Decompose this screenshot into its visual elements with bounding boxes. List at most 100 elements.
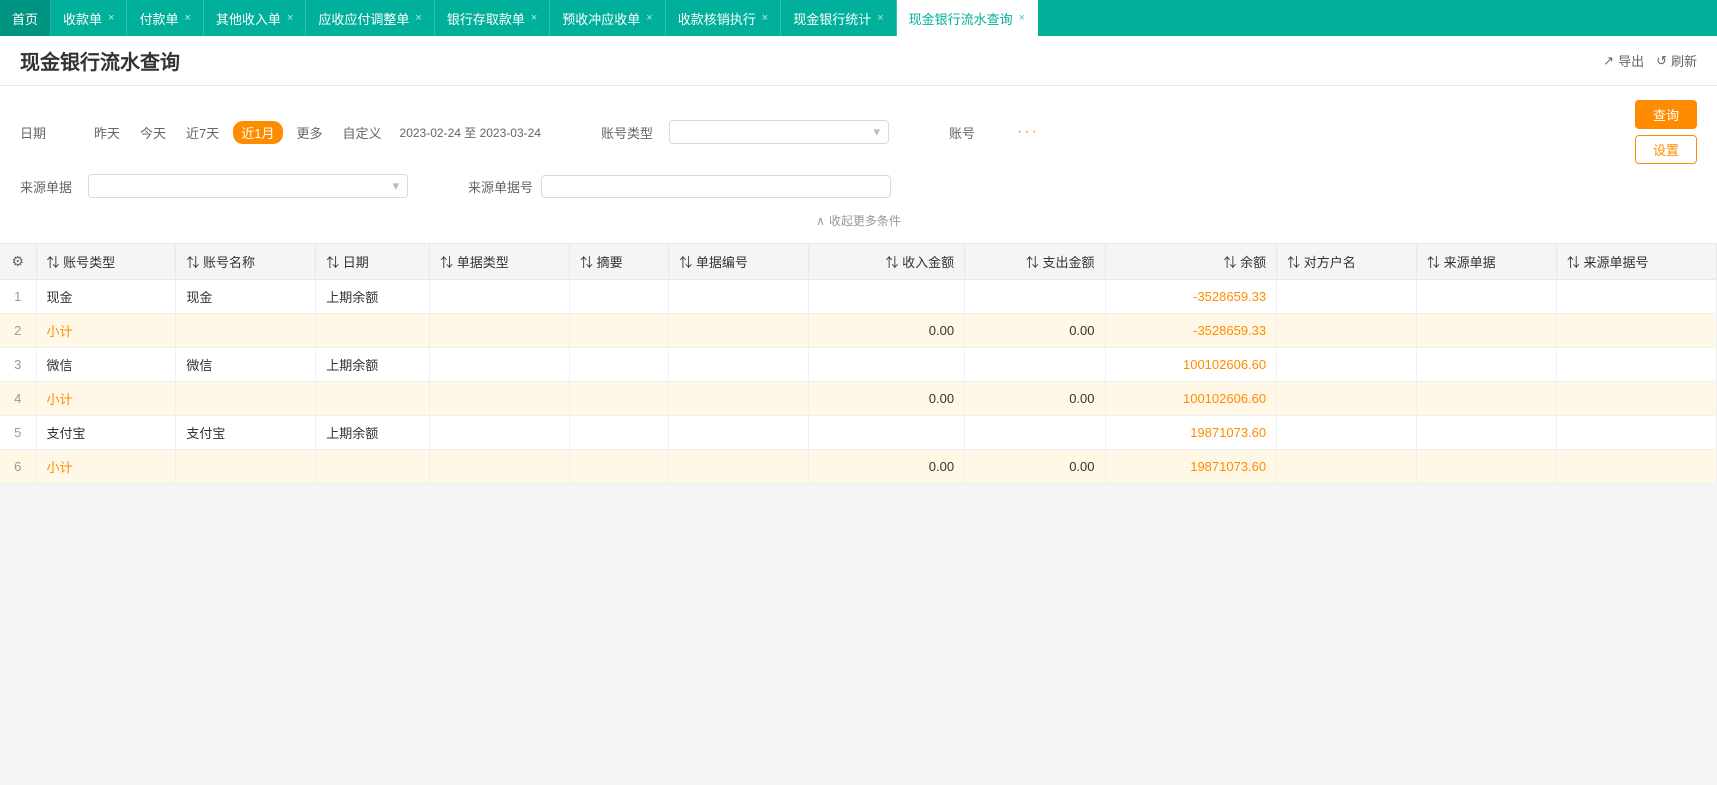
collapse-icon: ∧ (816, 214, 825, 228)
col-source-doc-no[interactable]: ⇅ 来源单据号 (1556, 244, 1716, 280)
col-account-name[interactable]: ⇅ 账号名称 (176, 244, 316, 280)
cell-account-type: 微信 (36, 348, 176, 382)
table-row[interactable]: 2 小计 0.00 0.00 -3528659.33 (0, 314, 1717, 348)
date-opt-today[interactable]: 今天 (134, 121, 172, 144)
source-doc-label: 来源单据 (20, 177, 80, 196)
top-navigation: 首页 收款单 × 付款单 × 其他收入单 × 应收应付调整单 × 银行存取款单 … (0, 0, 1717, 36)
page-title: 现金银行流水查询 (20, 46, 180, 75)
collapse-label: 收起更多条件 (829, 212, 901, 229)
table-row[interactable]: 1 现金 现金 上期余额 -3528659.33 (0, 280, 1717, 314)
cell-balance: 19871073.60 (1105, 416, 1277, 450)
col-gear: ⚙ (0, 244, 36, 280)
chevron-down-icon: ▾ (873, 124, 880, 140)
cell-income (809, 416, 965, 450)
col-counterpart[interactable]: ⇅ 对方户名 (1277, 244, 1417, 280)
close-icon[interactable]: × (531, 12, 537, 24)
cell-income (809, 280, 965, 314)
nav-tab-cash-flow[interactable]: 现金银行流水查询 × (897, 0, 1038, 36)
col-doc-type[interactable]: ⇅ 单据类型 (430, 244, 570, 280)
table-container: ⚙ ⇅ 账号类型 ⇅ 账号名称 ⇅ 日期 ⇅ 单据类型 ⇅ 摘要 (0, 244, 1717, 484)
col-doc-no[interactable]: ⇅ 单据编号 (669, 244, 809, 280)
cell-summary (569, 416, 668, 450)
cell-doc-type (430, 450, 570, 484)
account-label: 账号 (949, 123, 1009, 142)
row-num: 6 (0, 450, 36, 484)
cell-counterpart (1277, 348, 1417, 382)
close-icon[interactable]: × (877, 12, 883, 24)
cell-account-type: 小计 (36, 314, 176, 348)
source-doc-num-input[interactable] (541, 175, 891, 198)
cell-source-doc-no (1556, 314, 1716, 348)
cell-source-doc (1416, 382, 1556, 416)
account-dots-button[interactable]: ··· (1017, 123, 1039, 141)
close-icon[interactable]: × (762, 12, 768, 24)
table-row[interactable]: 6 小计 0.00 0.00 19871073.60 (0, 450, 1717, 484)
nav-tab-payment[interactable]: 付款单 × (127, 0, 203, 36)
refresh-button[interactable]: ↺ 刷新 (1656, 51, 1697, 70)
nav-tab-collection[interactable]: 收款核销执行 × (666, 0, 781, 36)
export-button[interactable]: ↗ 导出 (1603, 51, 1644, 70)
cell-doc-type (430, 280, 570, 314)
cell-income: 0.00 (809, 450, 965, 484)
close-icon[interactable]: × (646, 12, 652, 24)
settings-button[interactable]: 设置 (1635, 135, 1697, 164)
cell-doc-no (669, 314, 809, 348)
cell-expense: 0.00 (965, 382, 1105, 416)
chevron-down-icon: ▾ (392, 178, 399, 194)
col-doc-no-label: ⇅ 单据编号 (679, 255, 748, 270)
date-opt-7days[interactable]: 近7天 (180, 121, 225, 144)
cell-date: 上期余额 (316, 280, 430, 314)
nav-tab-receipt[interactable]: 收款单 × (51, 0, 127, 36)
close-icon[interactable]: × (1019, 12, 1025, 24)
date-opt-1month[interactable]: 近1月 (233, 121, 282, 144)
cell-expense (965, 416, 1105, 450)
cell-doc-type (430, 348, 570, 382)
col-balance[interactable]: ⇅ 余额 (1105, 244, 1277, 280)
cell-expense: 0.00 (965, 314, 1105, 348)
account-type-select[interactable]: ▾ (669, 120, 889, 144)
col-account-type-label: ⇅ 账号类型 (47, 255, 116, 270)
table-row[interactable]: 3 微信 微信 上期余额 100102606.60 (0, 348, 1717, 382)
nav-tab-receipt-label: 收款单 (63, 9, 102, 28)
col-date[interactable]: ⇅ 日期 (316, 244, 430, 280)
cell-date: 上期余额 (316, 416, 430, 450)
query-button[interactable]: 查询 (1635, 100, 1697, 129)
nav-tab-bank-deposit[interactable]: 银行存取款单 × (435, 0, 550, 36)
close-icon[interactable]: × (108, 12, 114, 24)
col-income[interactable]: ⇅ 收入金额 (809, 244, 965, 280)
cell-income (809, 348, 965, 382)
col-summary[interactable]: ⇅ 摘要 (569, 244, 668, 280)
cell-expense (965, 348, 1105, 382)
nav-tab-other-income[interactable]: 其他收入单 × (204, 0, 306, 36)
table-row[interactable]: 5 支付宝 支付宝 上期余额 19871073.60 (0, 416, 1717, 450)
source-doc-select[interactable]: ▾ (88, 174, 408, 198)
row-num: 3 (0, 348, 36, 382)
cell-source-doc (1416, 314, 1556, 348)
col-account-type[interactable]: ⇅ 账号类型 (36, 244, 176, 280)
cell-date: 上期余额 (316, 348, 430, 382)
cell-account-type: 小计 (36, 450, 176, 484)
col-source-doc[interactable]: ⇅ 来源单据 (1416, 244, 1556, 280)
gear-icon[interactable]: ⚙ (11, 253, 24, 269)
date-opt-custom[interactable]: 自定义 (337, 121, 388, 144)
table-row[interactable]: 4 小计 0.00 0.00 100102606.60 (0, 382, 1717, 416)
col-expense[interactable]: ⇅ 支出金额 (965, 244, 1105, 280)
col-summary-label: ⇅ 摘要 (580, 255, 623, 270)
date-opt-more[interactable]: 更多 (291, 121, 329, 144)
collapse-bar[interactable]: ∧ 收起更多条件 (20, 208, 1697, 229)
nav-tab-cash-stats[interactable]: 现金银行统计 × (781, 0, 896, 36)
cell-source-doc (1416, 280, 1556, 314)
export-icon: ↗ (1603, 53, 1614, 69)
cell-doc-type (430, 416, 570, 450)
nav-tab-home[interactable]: 首页 (0, 0, 51, 36)
close-icon[interactable]: × (287, 12, 293, 24)
source-doc-num-label: 来源单据号 (468, 177, 533, 196)
nav-tab-advance[interactable]: 预收冲应收单 × (550, 0, 665, 36)
close-icon[interactable]: × (415, 12, 421, 24)
cell-source-doc-no (1556, 280, 1716, 314)
close-icon[interactable]: × (184, 12, 190, 24)
cell-summary (569, 280, 668, 314)
cell-doc-no (669, 348, 809, 382)
nav-tab-adjustment[interactable]: 应收应付调整单 × (306, 0, 434, 36)
date-opt-yesterday[interactable]: 昨天 (88, 121, 126, 144)
